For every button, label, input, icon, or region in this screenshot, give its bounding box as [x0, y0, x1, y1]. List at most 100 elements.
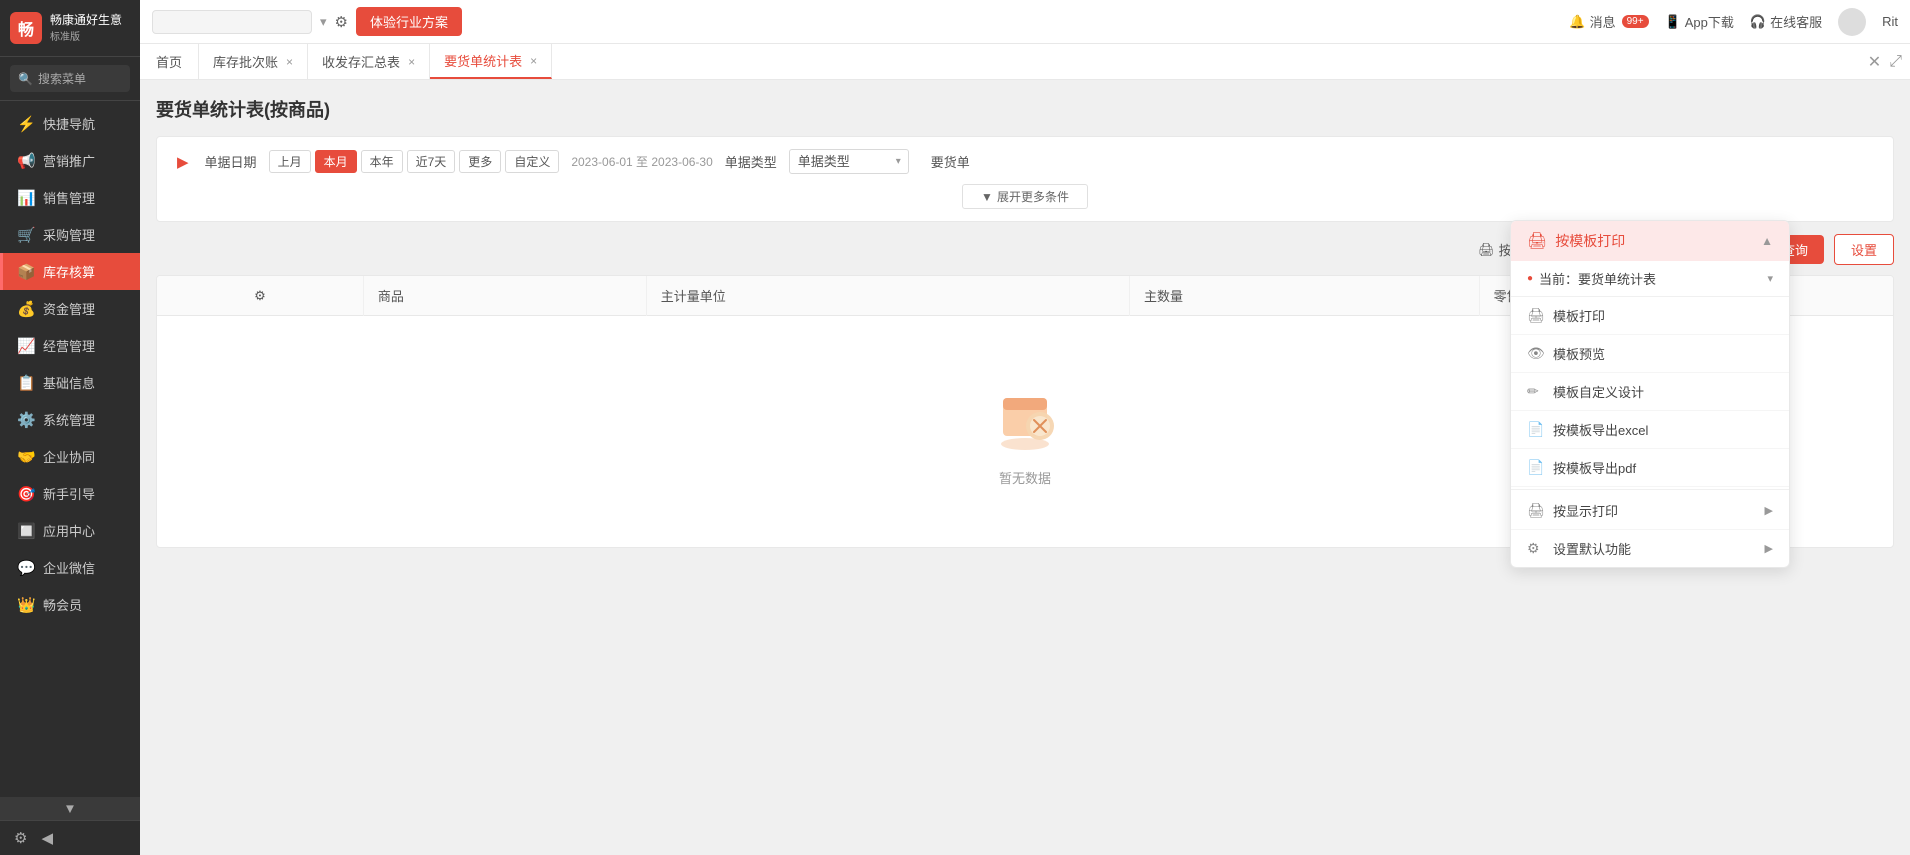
- expand-conditions-button[interactable]: ▼ 展开更多条件: [962, 184, 1088, 209]
- col-settings[interactable]: ⚙: [157, 276, 363, 316]
- tab-receipt-summary-close[interactable]: ×: [408, 55, 415, 69]
- sidebar-item-sales[interactable]: 📊 销售管理: [0, 179, 140, 216]
- settings-icon[interactable]: ⚙: [14, 829, 27, 847]
- dropdown-header-left: 🖨 按模板打印: [1527, 231, 1625, 251]
- app-edition: 标准版: [50, 28, 122, 43]
- sidebar-item-apps[interactable]: 🔲 应用中心: [0, 512, 140, 549]
- topbar: ▾ ⚙ 体验行业方案 🔔 消息 99+ 📱 App下载 🎧 在线客服 Rit: [140, 0, 1910, 44]
- apps-icon: 🔲: [17, 522, 35, 540]
- dropdown-title: 按模板打印: [1555, 231, 1625, 251]
- sidebar-item-basic[interactable]: 📋 基础信息: [0, 364, 140, 401]
- dropdown-sub-display-print[interactable]: 🖨 按显示打印 ▶: [1511, 492, 1789, 530]
- sidebar-item-operations[interactable]: 📈 经营管理: [0, 327, 140, 364]
- expand-conditions-bar: ▼ 展开更多条件: [173, 184, 1877, 209]
- messages-badge: 99+: [1622, 15, 1649, 28]
- dropdown-item-template-design[interactable]: ✏ 模板自定义设计: [1511, 373, 1789, 411]
- purchase-icon: 🛒: [17, 226, 35, 244]
- dropdown-item-label: 模板预览: [1553, 344, 1605, 363]
- user-avatar[interactable]: [1838, 8, 1866, 36]
- collapse-icon[interactable]: ◀: [41, 829, 53, 847]
- tab-home[interactable]: 首页: [140, 44, 199, 79]
- app-logo: 畅 畅康通好生意 标准版: [0, 0, 140, 57]
- sidebar-item-label: 应用中心: [43, 521, 95, 540]
- sidebar-item-purchase[interactable]: 🛒 采购管理: [0, 216, 140, 253]
- topbar-right: 🔔 消息 99+ 📱 App下载 🎧 在线客服 Rit: [1569, 8, 1898, 36]
- date-buttons: 上月 本月 本年 近7天 更多 自定义: [269, 150, 560, 173]
- date-this-year[interactable]: 本年: [361, 150, 403, 173]
- topbar-gear-button[interactable]: ⚙: [335, 13, 348, 31]
- date-this-month[interactable]: 本月: [315, 150, 357, 173]
- print-menu-icon: 🖨: [1527, 231, 1547, 251]
- page-title: 要货单统计表(按商品): [156, 96, 1894, 122]
- dropdown-item-label: 按模板导出pdf: [1553, 458, 1636, 477]
- filter-row: ▶ 单据日期 上月 本月 本年 近7天 更多 自定义 2023-06-01 至 …: [173, 149, 1877, 174]
- operations-icon: 📈: [17, 337, 35, 355]
- template-excel-icon: 📄: [1527, 421, 1543, 438]
- settings-action-button[interactable]: 设置: [1834, 234, 1894, 265]
- online-service-button[interactable]: 🎧 在线客服: [1750, 12, 1822, 31]
- trial-button[interactable]: 体验行业方案: [356, 7, 462, 36]
- goods-type-label: 要货单: [931, 152, 970, 171]
- tab-order-stats[interactable]: 要货单统计表 ×: [430, 44, 552, 79]
- content-area: 要货单统计表(按商品) ▶ 单据日期 上月 本月 本年 近7天 更多 自定义 2…: [140, 80, 1910, 855]
- main-area: ▾ ⚙ 体验行业方案 🔔 消息 99+ 📱 App下载 🎧 在线客服 Rit 首…: [140, 0, 1910, 855]
- search-menu-label: 搜索菜单: [38, 70, 86, 87]
- sidebar-item-label: 销售管理: [43, 188, 95, 207]
- dropdown-item-label: 模板打印: [1553, 306, 1605, 325]
- sidebar-item-label: 系统管理: [43, 410, 95, 429]
- date-more[interactable]: 更多: [459, 150, 501, 173]
- sidebar-item-marketing[interactable]: 📢 营销推广: [0, 142, 140, 179]
- sidebar-item-guide[interactable]: 🎯 新手引导: [0, 475, 140, 512]
- sidebar-item-inventory[interactable]: 📦 库存核算: [0, 253, 140, 290]
- sidebar-item-member[interactable]: 👑 畅会员: [0, 586, 140, 623]
- topbar-search-input[interactable]: [152, 10, 312, 34]
- dropdown-item-template-preview[interactable]: 👁 模板预览: [1511, 335, 1789, 373]
- current-dot-icon: ●: [1527, 273, 1533, 284]
- dropdown-close-icon[interactable]: ▲: [1761, 234, 1773, 248]
- window-expand-button[interactable]: ⤢: [1889, 53, 1902, 71]
- service-icon: 🎧: [1750, 14, 1766, 30]
- type-select[interactable]: 单据类型: [789, 149, 909, 174]
- sidebar: 畅 畅康通好生意 标准版 🔍 搜索菜单 ⚡ 快捷导航 📢 营销推广 📊 销售管理…: [0, 0, 140, 855]
- dropdown-item-label: 按模板导出excel: [1553, 420, 1648, 439]
- search-menu-button[interactable]: 🔍 搜索菜单: [10, 65, 130, 92]
- dropdown-sub-default-func[interactable]: ⚙ 设置默认功能 ▶: [1511, 530, 1789, 567]
- sidebar-item-label: 企业微信: [43, 558, 95, 577]
- sidebar-item-cooperation[interactable]: 🤝 企业协同: [0, 438, 140, 475]
- current-template-label: 当前：要货单统计表: [1539, 269, 1656, 288]
- app-download-label: App下载: [1685, 12, 1734, 31]
- cooperation-icon: 🤝: [17, 448, 35, 466]
- tab-inventory-batch-close[interactable]: ×: [286, 55, 293, 69]
- sidebar-item-label: 库存核算: [43, 262, 95, 281]
- app-download-button[interactable]: 📱 App下载: [1665, 12, 1734, 31]
- sidebar-item-label: 经营管理: [43, 336, 95, 355]
- sidebar-item-quick-nav[interactable]: ⚡ 快捷导航: [0, 105, 140, 142]
- window-close-button[interactable]: ✕: [1868, 52, 1881, 72]
- tab-receipt-summary[interactable]: 收发存汇总表 ×: [308, 44, 430, 79]
- filter-expand-button[interactable]: ▶: [173, 151, 193, 173]
- sidebar-scroll-down[interactable]: ▼: [0, 797, 140, 820]
- tab-order-stats-close[interactable]: ×: [530, 54, 537, 68]
- current-template-item[interactable]: ● 当前：要货单统计表 ▾: [1511, 261, 1789, 297]
- tab-home-label: 首页: [156, 52, 182, 71]
- topbar-dropdown-button[interactable]: ▾: [320, 14, 327, 30]
- date-7days[interactable]: 近7天: [407, 150, 456, 173]
- dropdown-item-template-print[interactable]: 🖨 模板打印: [1511, 297, 1789, 335]
- default-func-icon: ⚙: [1527, 540, 1543, 557]
- sidebar-item-finance[interactable]: 💰 资金管理: [0, 290, 140, 327]
- sidebar-item-label: 快捷导航: [43, 114, 95, 133]
- sidebar-item-system[interactable]: ⚙️ 系统管理: [0, 401, 140, 438]
- sidebar-search-area: 🔍 搜索菜单: [0, 57, 140, 101]
- bell-icon: 🔔: [1569, 14, 1585, 30]
- dropdown-item-template-pdf[interactable]: 📄 按模板导出pdf: [1511, 449, 1789, 487]
- sidebar-item-wechat[interactable]: 💬 企业微信: [0, 549, 140, 586]
- tab-inventory-batch[interactable]: 库存批次账 ×: [199, 44, 308, 79]
- type-label: 单据类型: [725, 152, 777, 171]
- sub-arrow-icon-2: ▶: [1765, 542, 1773, 555]
- expand-conditions-label: 展开更多条件: [997, 188, 1069, 205]
- date-last-month[interactable]: 上月: [269, 150, 311, 173]
- date-custom[interactable]: 自定义: [505, 150, 559, 173]
- messages-button[interactable]: 🔔 消息 99+: [1569, 12, 1648, 31]
- dropdown-item-template-excel[interactable]: 📄 按模板导出excel: [1511, 411, 1789, 449]
- sidebar-bottom: ⚙ ◀: [0, 820, 140, 855]
